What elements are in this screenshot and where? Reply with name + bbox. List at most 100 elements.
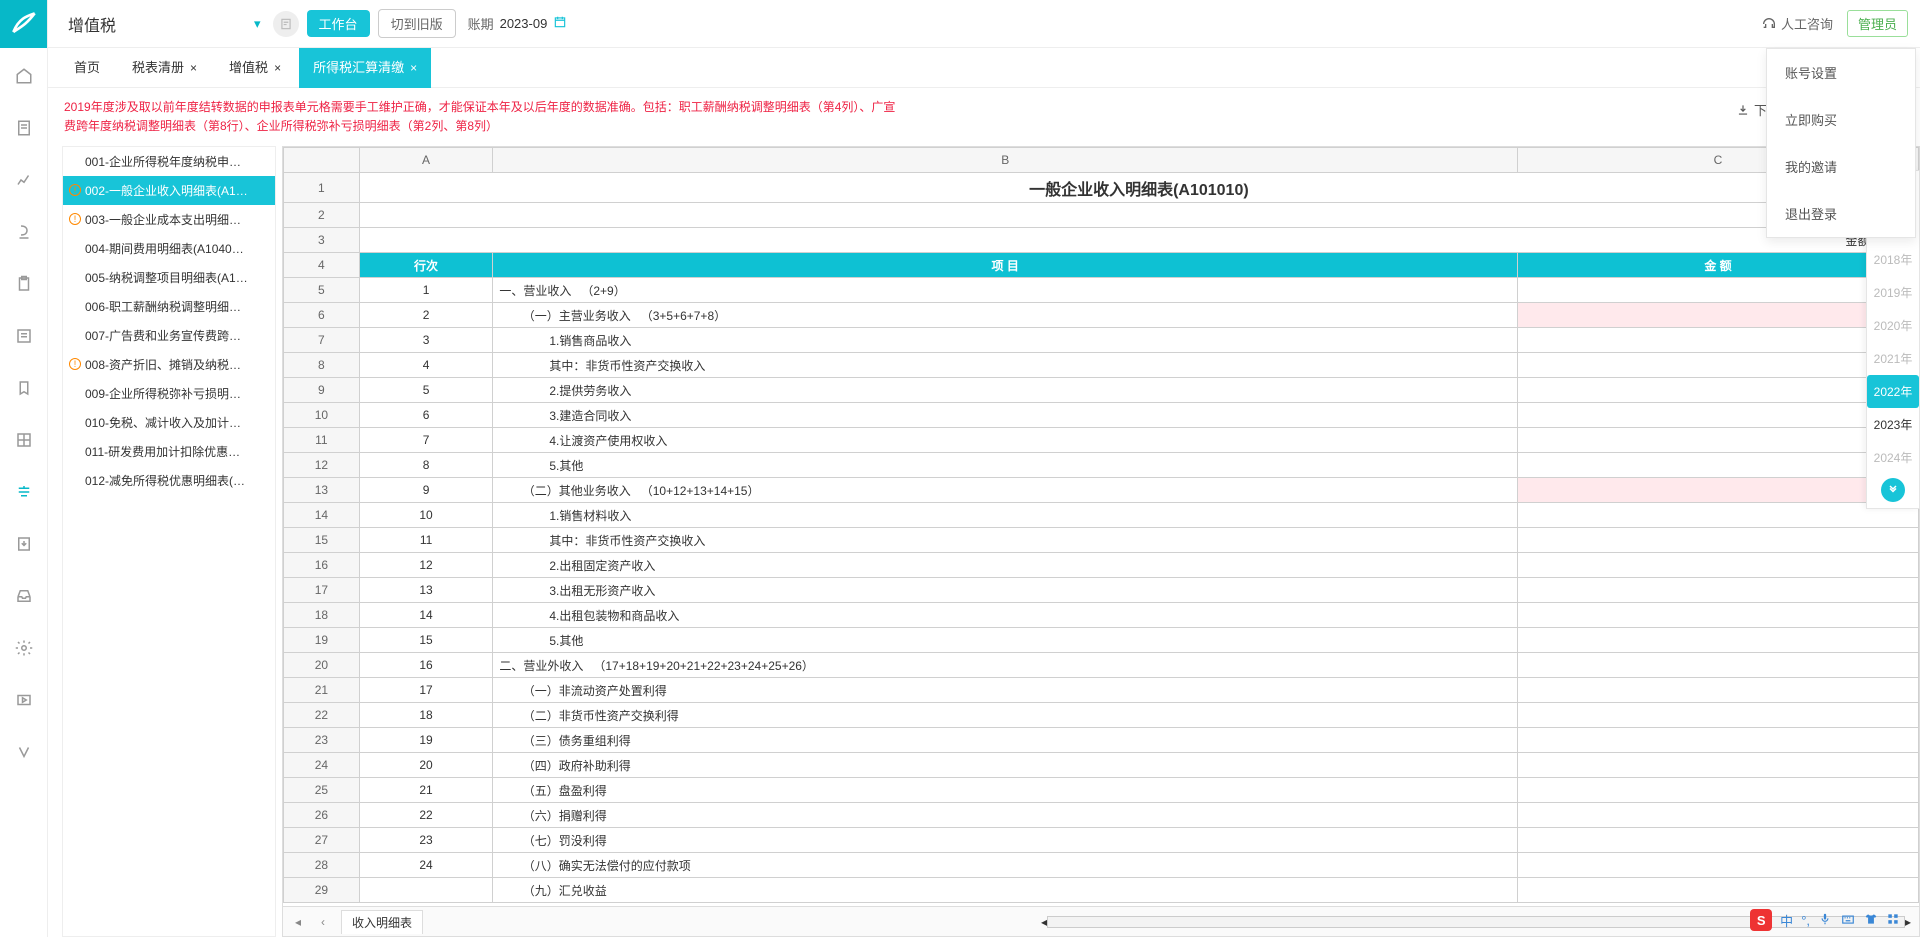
- line-no[interactable]: 1: [359, 278, 493, 303]
- period-value[interactable]: 2023-09: [500, 16, 548, 31]
- item-cell[interactable]: （二）非货币性资产交换利得: [493, 703, 1518, 728]
- ime-shirt-icon[interactable]: [1864, 912, 1878, 929]
- tree-item-10[interactable]: 011-研发费用加计扣除优惠…: [63, 437, 275, 466]
- amount-cell[interactable]: [1518, 303, 1919, 328]
- nav-home-icon[interactable]: [8, 60, 40, 92]
- item-cell[interactable]: （七）罚没利得: [493, 828, 1518, 853]
- item-cell[interactable]: 4.出租包装物和商品收入: [493, 603, 1518, 628]
- line-no[interactable]: 21: [359, 778, 493, 803]
- line-no[interactable]: 23: [359, 828, 493, 853]
- close-icon[interactable]: ×: [274, 48, 281, 88]
- tab-0[interactable]: 首页: [60, 48, 114, 88]
- line-no[interactable]: 2: [359, 303, 493, 328]
- line-no[interactable]: 9: [359, 478, 493, 503]
- workbench-button[interactable]: 工作台: [307, 10, 370, 37]
- year-2024年[interactable]: 2024年: [1874, 441, 1913, 474]
- item-cell[interactable]: （八）确实无法偿付的应付款项: [493, 853, 1518, 878]
- tab-2[interactable]: 增值税×: [215, 48, 295, 88]
- amount-cell[interactable]: [1518, 703, 1919, 728]
- line-no[interactable]: 13: [359, 578, 493, 603]
- tree-item-6[interactable]: 007-广告费和业务宣传费跨…: [63, 321, 275, 350]
- item-cell[interactable]: 其中：非货币性资产交换收入: [493, 528, 1518, 553]
- line-no[interactable]: 19: [359, 728, 493, 753]
- sheet-nav-prev[interactable]: ‹: [317, 915, 329, 929]
- item-cell[interactable]: 一、营业收入 （2+9）: [493, 278, 1518, 303]
- tree-item-2[interactable]: !003-一般企业成本支出明细…: [63, 205, 275, 234]
- nav-settings-icon[interactable]: [8, 632, 40, 664]
- close-icon[interactable]: ×: [190, 48, 197, 88]
- amount-cell[interactable]: [1518, 678, 1919, 703]
- item-cell[interactable]: （五）盘盈利得: [493, 778, 1518, 803]
- line-no[interactable]: 4: [359, 353, 493, 378]
- tree-item-1[interactable]: !002-一般企业收入明细表(A1…: [63, 176, 275, 205]
- item-cell[interactable]: 4.让渡资产使用权收入: [493, 428, 1518, 453]
- consult-button[interactable]: 人工咨询: [1761, 14, 1833, 33]
- ime-punct-icon[interactable]: °,: [1801, 913, 1810, 928]
- nav-tag-icon[interactable]: [8, 372, 40, 404]
- line-no[interactable]: 22: [359, 803, 493, 828]
- amount-cell[interactable]: [1518, 753, 1919, 778]
- amount-cell[interactable]: [1518, 853, 1919, 878]
- tree-item-7[interactable]: !008-资产折旧、摊销及纳税…: [63, 350, 275, 379]
- sheet-tab[interactable]: 收入明细表: [341, 910, 423, 934]
- amount-cell[interactable]: [1518, 628, 1919, 653]
- item-cell[interactable]: 3.出租无形资产收入: [493, 578, 1518, 603]
- amount-cell[interactable]: [1518, 403, 1919, 428]
- amount-cell[interactable]: [1518, 578, 1919, 603]
- item-cell[interactable]: 3.建造合同收入: [493, 403, 1518, 428]
- calendar-icon[interactable]: [553, 15, 567, 32]
- user-menu-item-3[interactable]: 退出登录: [1767, 190, 1915, 237]
- item-cell[interactable]: 2.出租固定资产收入: [493, 553, 1518, 578]
- item-cell[interactable]: 2.提供劳务收入: [493, 378, 1518, 403]
- amount-cell[interactable]: [1518, 353, 1919, 378]
- nav-doc-icon[interactable]: [8, 112, 40, 144]
- item-cell[interactable]: （一）主营业务收入 （3+5+6+7+8）: [493, 303, 1518, 328]
- col-head-B[interactable]: B: [493, 148, 1518, 173]
- item-cell[interactable]: 5.其他: [493, 453, 1518, 478]
- item-cell[interactable]: （三）债务重组利得: [493, 728, 1518, 753]
- year-more-icon[interactable]: [1881, 478, 1905, 502]
- nav-tax-icon[interactable]: [8, 476, 40, 508]
- amount-cell[interactable]: [1518, 728, 1919, 753]
- item-cell[interactable]: 二、营业外收入 （17+18+19+20+21+22+23+24+25+26）: [493, 653, 1518, 678]
- line-no[interactable]: 3: [359, 328, 493, 353]
- item-cell[interactable]: （六）捐赠利得: [493, 803, 1518, 828]
- chevron-down-icon[interactable]: ▾: [254, 16, 261, 32]
- amount-cell[interactable]: [1518, 528, 1919, 553]
- line-no[interactable]: 18: [359, 703, 493, 728]
- item-cell[interactable]: 1.销售材料收入: [493, 503, 1518, 528]
- admin-button[interactable]: 管理员: [1847, 10, 1908, 37]
- tree-item-9[interactable]: 010-免税、减计收入及加计…: [63, 408, 275, 437]
- line-no[interactable]: 24: [359, 853, 493, 878]
- line-no[interactable]: 12: [359, 553, 493, 578]
- amount-cell[interactable]: [1518, 428, 1919, 453]
- nav-video-icon[interactable]: [8, 684, 40, 716]
- amount-cell[interactable]: [1518, 878, 1919, 903]
- tree-item-0[interactable]: 001-企业所得税年度纳税申…: [63, 147, 275, 176]
- year-2021年[interactable]: 2021年: [1874, 342, 1913, 375]
- amount-cell[interactable]: [1518, 478, 1919, 503]
- ime-mic-icon[interactable]: [1818, 912, 1832, 929]
- corner-cell[interactable]: [284, 148, 360, 173]
- ime-grid-icon[interactable]: [1886, 912, 1900, 929]
- line-no[interactable]: 6: [359, 403, 493, 428]
- nav-clipboard-icon[interactable]: [8, 268, 40, 300]
- nav-form-icon[interactable]: [8, 320, 40, 352]
- user-menu-item-2[interactable]: 我的邀请: [1767, 143, 1915, 190]
- year-2018年[interactable]: 2018年: [1874, 243, 1913, 276]
- tree-item-8[interactable]: 009-企业所得税弥补亏损明…: [63, 379, 275, 408]
- amount-cell[interactable]: [1518, 553, 1919, 578]
- line-no[interactable]: [359, 878, 493, 903]
- tree-item-5[interactable]: 006-职工薪酬纳税调整明细…: [63, 292, 275, 321]
- nav-grid-icon[interactable]: [8, 424, 40, 456]
- tree-item-3[interactable]: 004-期间费用明细表(A1040…: [63, 234, 275, 263]
- tree-item-4[interactable]: 005-纳税调整项目明细表(A1…: [63, 263, 275, 292]
- user-menu-item-1[interactable]: 立即购买: [1767, 96, 1915, 143]
- amount-cell[interactable]: [1518, 803, 1919, 828]
- amount-cell[interactable]: [1518, 328, 1919, 353]
- amount-cell[interactable]: [1518, 378, 1919, 403]
- amount-cell[interactable]: [1518, 278, 1919, 303]
- tree-item-11[interactable]: 012-减免所得税优惠明细表(…: [63, 466, 275, 495]
- item-cell[interactable]: 其中：非货币性资产交换收入: [493, 353, 1518, 378]
- amount-cell[interactable]: [1518, 453, 1919, 478]
